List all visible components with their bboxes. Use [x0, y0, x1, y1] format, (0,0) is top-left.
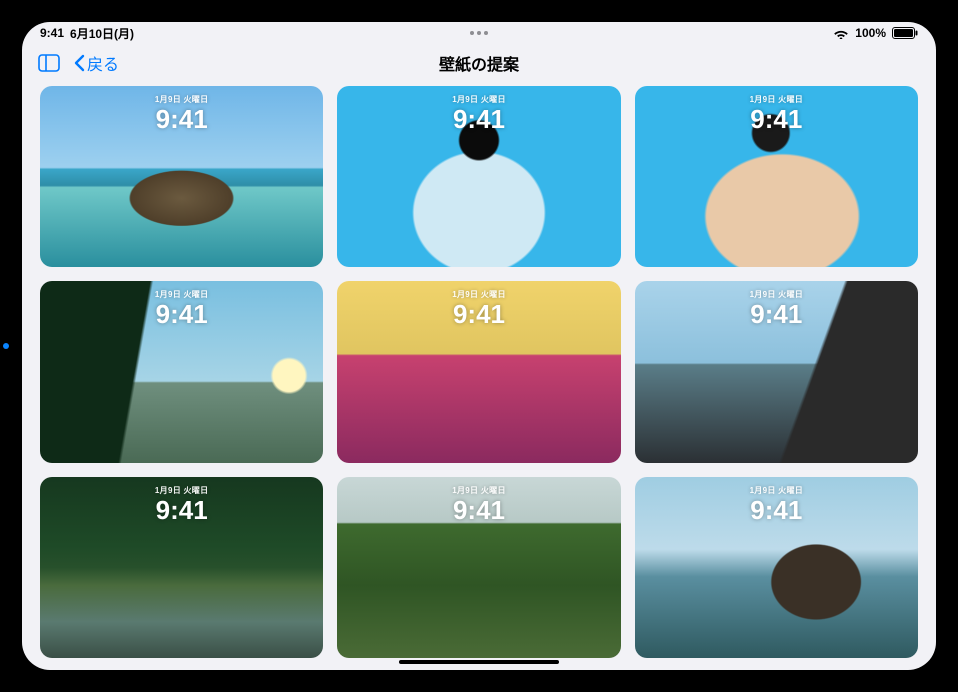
wallpaper-tile[interactable]: 1月9日 火曜日9:41 [337, 477, 620, 658]
status-bar: 9:41 6月10日(月) 100% [22, 22, 936, 44]
wifi-icon [833, 27, 849, 39]
wallpaper-time-label: 9:41 [635, 497, 918, 523]
multitask-dots-icon[interactable] [470, 31, 488, 35]
back-button[interactable]: 戻る [74, 51, 119, 75]
wallpaper-date-label: 1月9日 火曜日 [337, 94, 620, 105]
wallpaper-date-label: 1月9日 火曜日 [635, 289, 918, 300]
wallpaper-date-label: 1月9日 火曜日 [635, 94, 918, 105]
home-indicator[interactable] [399, 660, 559, 664]
status-date: 6月10日(月) [70, 25, 134, 42]
wallpaper-date-label: 1月9日 火曜日 [635, 485, 918, 496]
wallpaper-time-label: 9:41 [337, 497, 620, 523]
status-time: 9:41 [40, 26, 64, 40]
sidebar-icon [38, 54, 60, 72]
wallpaper-lock-overlay: 1月9日 火曜日9:41 [635, 94, 918, 132]
nav-bar: 戻る 壁紙の提案 [22, 44, 936, 82]
wallpaper-time-label: 9:41 [337, 301, 620, 327]
battery-percent: 100% [855, 26, 886, 40]
wallpaper-tile[interactable]: 1月9日 火曜日9:41 [337, 86, 620, 267]
wallpaper-lock-overlay: 1月9日 火曜日9:41 [40, 485, 323, 523]
wallpaper-time-label: 9:41 [635, 106, 918, 132]
status-bar-right: 100% [833, 26, 918, 40]
side-indicator-dot [3, 343, 9, 349]
status-bar-left: 9:41 6月10日(月) [40, 25, 134, 42]
battery-icon [892, 27, 918, 39]
wallpaper-lock-overlay: 1月9日 火曜日9:41 [40, 94, 323, 132]
wallpaper-date-label: 1月9日 火曜日 [40, 485, 323, 496]
wallpaper-grid-scroll[interactable]: 1月9日 火曜日9:411月9日 火曜日9:411月9日 火曜日9:411月9日… [22, 82, 936, 670]
chevron-left-icon [74, 54, 85, 72]
wallpaper-lock-overlay: 1月9日 火曜日9:41 [635, 485, 918, 523]
wallpaper-date-label: 1月9日 火曜日 [337, 289, 620, 300]
wallpaper-tile[interactable]: 1月9日 火曜日9:41 [40, 86, 323, 267]
wallpaper-tile[interactable]: 1月9日 火曜日9:41 [40, 281, 323, 462]
wallpaper-tile[interactable]: 1月9日 火曜日9:41 [40, 477, 323, 658]
wallpaper-time-label: 9:41 [40, 106, 323, 132]
wallpaper-date-label: 1月9日 火曜日 [40, 289, 323, 300]
page-title: 壁紙の提案 [439, 51, 519, 75]
wallpaper-lock-overlay: 1月9日 火曜日9:41 [635, 289, 918, 327]
wallpaper-lock-overlay: 1月9日 火曜日9:41 [337, 94, 620, 132]
sidebar-toggle-button[interactable] [38, 54, 60, 72]
screen: 9:41 6月10日(月) 100% [22, 22, 936, 670]
wallpaper-date-label: 1月9日 火曜日 [40, 94, 323, 105]
wallpaper-tile[interactable]: 1月9日 火曜日9:41 [635, 86, 918, 267]
wallpaper-time-label: 9:41 [635, 301, 918, 327]
back-button-label: 戻る [87, 51, 119, 75]
wallpaper-time-label: 9:41 [40, 301, 323, 327]
wallpaper-time-label: 9:41 [40, 497, 323, 523]
wallpaper-date-label: 1月9日 火曜日 [337, 485, 620, 496]
wallpaper-lock-overlay: 1月9日 火曜日9:41 [337, 485, 620, 523]
wallpaper-tile[interactable]: 1月9日 火曜日9:41 [635, 477, 918, 658]
ipad-device-frame: 9:41 6月10日(月) 100% [0, 0, 958, 692]
wallpaper-tile[interactable]: 1月9日 火曜日9:41 [337, 281, 620, 462]
wallpaper-grid: 1月9日 火曜日9:411月9日 火曜日9:411月9日 火曜日9:411月9日… [40, 86, 918, 658]
wallpaper-lock-overlay: 1月9日 火曜日9:41 [337, 289, 620, 327]
wallpaper-time-label: 9:41 [337, 106, 620, 132]
wallpaper-lock-overlay: 1月9日 火曜日9:41 [40, 289, 323, 327]
wallpaper-tile[interactable]: 1月9日 火曜日9:41 [635, 281, 918, 462]
